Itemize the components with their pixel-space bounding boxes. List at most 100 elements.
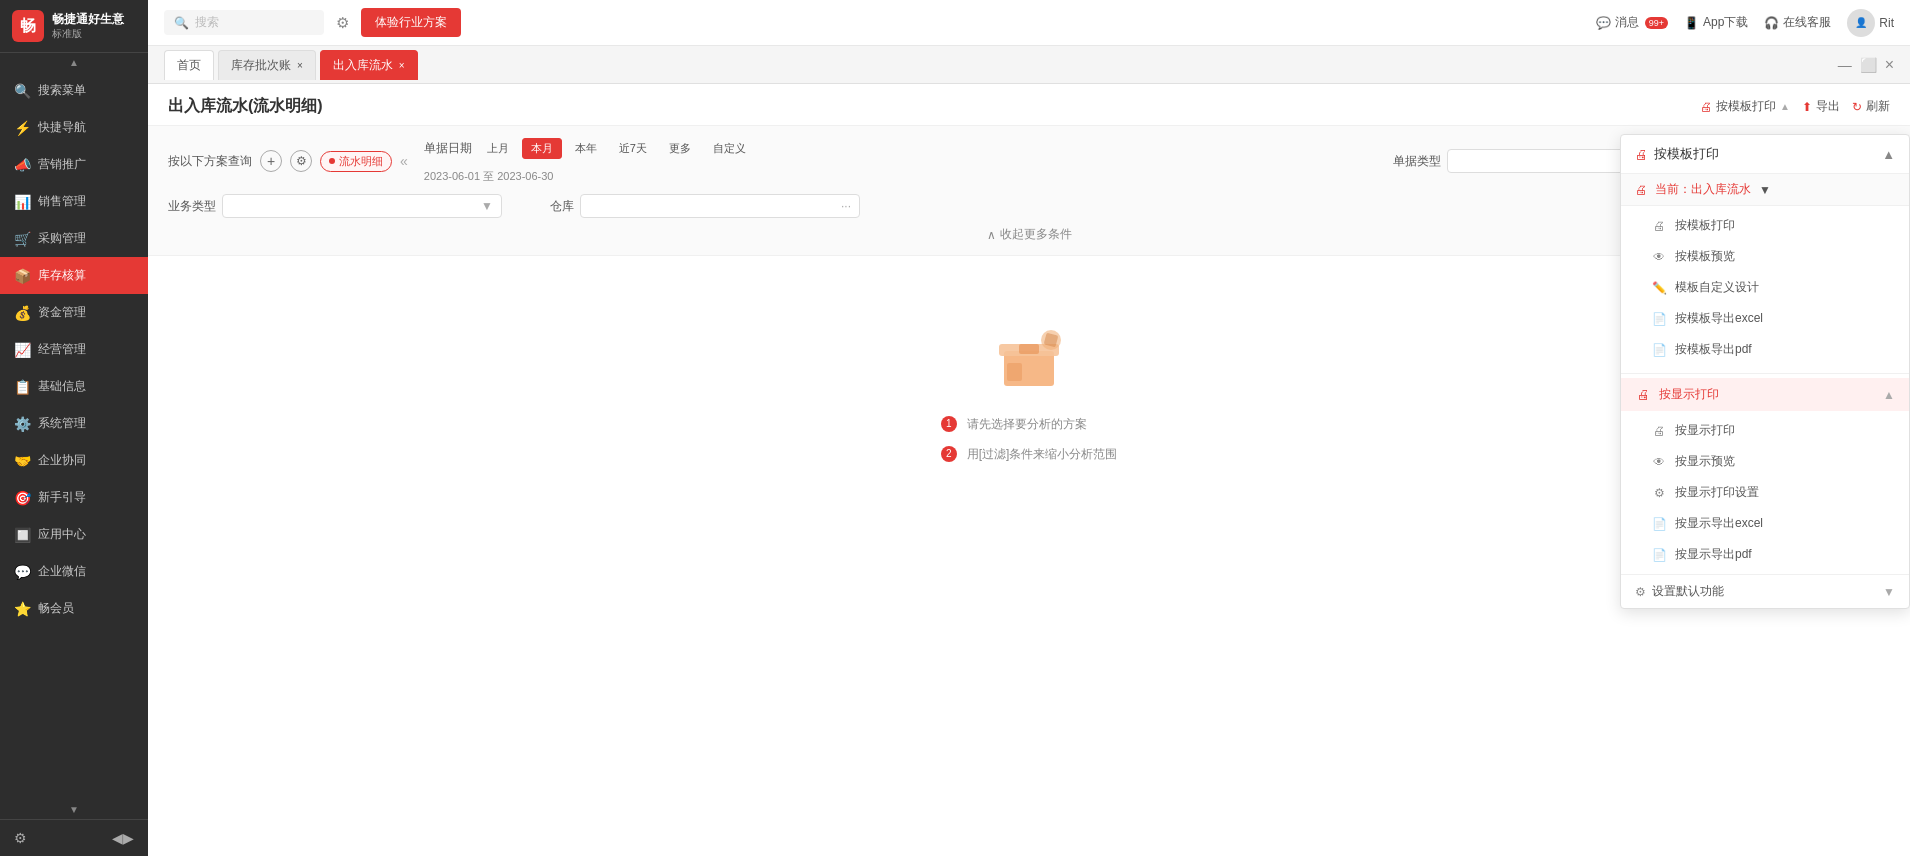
tab-home[interactable]: 首页: [164, 50, 214, 80]
dropdown-item-display-pdf[interactable]: 📄 按显示导出pdf: [1621, 539, 1909, 570]
maximize-icon[interactable]: ⬜: [1860, 57, 1877, 73]
dropdown-item-print-template[interactable]: 🖨 按模板打印: [1621, 210, 1909, 241]
sidebar-item-quick-nav[interactable]: ⚡ 快捷导航: [0, 109, 148, 146]
membership-icon: ⭐: [14, 601, 30, 617]
topbar-gear-icon[interactable]: ⚙: [336, 14, 349, 32]
sidebar-item-operation[interactable]: 📈 经营管理: [0, 331, 148, 368]
doc-type-label: 单据类型: [1393, 153, 1441, 170]
page-header-actions: 🖨 按模板打印 ▲ ⬆ 导出 ↻ 刷新: [1700, 98, 1890, 115]
refresh-btn[interactable]: ↻ 刷新: [1852, 98, 1890, 115]
settings-footer-icon[interactable]: ⚙: [14, 830, 27, 846]
date-filter-label: 单据日期: [424, 140, 472, 157]
avatar: 👤: [1847, 9, 1875, 37]
step1-text: 请先选择要分析的方案: [967, 412, 1087, 436]
tag-dot: [329, 158, 335, 164]
filter-collapse-button[interactable]: «: [400, 153, 408, 169]
last-month-btn[interactable]: 上月: [478, 138, 518, 159]
sidebar-item-inventory[interactable]: 📦 库存核算: [0, 257, 148, 294]
app-download-action[interactable]: 📱 App下载: [1684, 14, 1748, 31]
current-item-arrow: ▼: [1759, 183, 1771, 197]
more-btn[interactable]: 更多: [660, 138, 700, 159]
close-tab-inventory-batch[interactable]: ×: [297, 60, 303, 71]
collapse-sidebar-btn[interactable]: ◀▶: [112, 830, 134, 846]
topbar-search-box[interactable]: 🔍 搜索: [164, 10, 324, 35]
custom-btn[interactable]: 自定义: [704, 138, 755, 159]
dropdown-current-item[interactable]: 🖨 当前：出入库流水 ▼: [1621, 174, 1909, 206]
print-template-btn[interactable]: 🖨 按模板打印 ▲: [1700, 98, 1790, 115]
minimize-icon[interactable]: —: [1838, 57, 1852, 73]
message-action[interactable]: 💬 消息 99+: [1596, 14, 1668, 31]
dropdown-item-template-pdf[interactable]: 📄 按模板导出pdf: [1621, 334, 1909, 365]
warehouse-select[interactable]: ···: [580, 194, 860, 218]
tab-stock-flow[interactable]: 出入库流水 ×: [320, 50, 418, 80]
current-item-icon: 🖨: [1635, 183, 1647, 197]
tab-inventory-batch[interactable]: 库存批次账 ×: [218, 50, 316, 80]
business-type-label: 业务类型: [168, 198, 216, 215]
page-content: 出入库流水(流水明细) 🖨 按模板打印 ▲ ⬆ 导出 ↻ 刷新: [148, 84, 1910, 856]
display-print-icon: 🖨: [1651, 424, 1667, 438]
sidebar-scroll-down[interactable]: ▼: [0, 800, 148, 819]
dropdown-template-section: 🖨 按模板打印 👁 按模板预览 ✏️ 模板自定义设计 📄 按模板导出excel …: [1621, 206, 1909, 369]
sidebar-item-basic[interactable]: 📋 基础信息: [0, 368, 148, 405]
display-excel-icon: 📄: [1651, 517, 1667, 531]
dropdown-arrow-icon: ▲: [1780, 101, 1790, 112]
app-center-icon: 🔲: [14, 527, 30, 543]
sidebar-item-search[interactable]: 🔍 搜索菜单: [0, 72, 148, 109]
sidebar-item-cooperation[interactable]: 🤝 企业协同: [0, 442, 148, 479]
wechat-icon: 💬: [14, 564, 30, 580]
dropdown-footer[interactable]: ⚙ 设置默认功能 ▼: [1621, 574, 1909, 608]
user-profile-action[interactable]: 👤 Rit: [1847, 9, 1894, 37]
download-icon: 📱: [1684, 16, 1699, 30]
display-section-arrow: ▲: [1883, 388, 1895, 402]
warehouse-label: 仓库: [550, 198, 574, 215]
system-icon: ⚙️: [14, 416, 30, 432]
step2-num: 2: [941, 446, 957, 462]
dropdown-item-template-excel[interactable]: 📄 按模板导出excel: [1621, 303, 1909, 334]
export-btn[interactable]: ⬆ 导出: [1802, 98, 1840, 115]
sidebar-item-app-center[interactable]: 🔲 应用中心: [0, 516, 148, 553]
business-type-select[interactable]: ▼: [222, 194, 502, 218]
business-type-arrow-icon: ▼: [481, 199, 493, 213]
industry-solution-button[interactable]: 体验行业方案: [361, 8, 461, 37]
dropdown-item-display-print[interactable]: 🖨 按显示打印: [1621, 415, 1909, 446]
warehouse-more-icon[interactable]: ···: [841, 199, 851, 213]
close-tab-stock-flow[interactable]: ×: [399, 60, 405, 71]
quick-nav-icon: ⚡: [14, 120, 30, 136]
sidebar-item-enterprise-wechat[interactable]: 💬 企业微信: [0, 553, 148, 590]
dropdown-item-display-print-settings[interactable]: ⚙ 按显示打印设置: [1621, 477, 1909, 508]
current-month-btn[interactable]: 本月: [522, 138, 562, 159]
online-service-action[interactable]: 🎧 在线客服: [1764, 14, 1831, 31]
dropdown-close-btn[interactable]: ▲: [1882, 147, 1895, 162]
svg-rect-3: [1007, 363, 1022, 381]
svg-rect-2: [1019, 344, 1039, 354]
cooperation-icon: 🤝: [14, 453, 30, 469]
dropdown-item-display-excel[interactable]: 📄 按显示导出excel: [1621, 508, 1909, 539]
sidebar-item-marketing[interactable]: 📣 营销推广: [0, 146, 148, 183]
sidebar-item-sales[interactable]: 📊 销售管理: [0, 183, 148, 220]
sidebar-item-purchase[interactable]: 🛒 采购管理: [0, 220, 148, 257]
filter-add-button[interactable]: +: [260, 150, 282, 172]
sidebar-item-membership[interactable]: ⭐ 畅会员: [0, 590, 148, 627]
sidebar-item-finance[interactable]: 💰 资金管理: [0, 294, 148, 331]
main-content: 🔍 搜索 ⚙ 体验行业方案 💬 消息 99+ 📱 App下载 🎧 在线客服 👤 …: [148, 0, 1910, 856]
sidebar-item-guide[interactable]: 🎯 新手引导: [0, 479, 148, 516]
display-preview-icon: 👁: [1651, 455, 1667, 469]
message-icon: 💬: [1596, 16, 1611, 30]
operation-icon: 📈: [14, 342, 30, 358]
display-pdf-icon: 📄: [1651, 548, 1667, 562]
dropdown-item-display-preview[interactable]: 👁 按显示预览: [1621, 446, 1909, 477]
sidebar-item-system[interactable]: ⚙️ 系统管理: [0, 405, 148, 442]
last-7-days-btn[interactable]: 近7天: [610, 138, 656, 159]
dropdown-item-template-custom[interactable]: ✏️ 模板自定义设计: [1621, 272, 1909, 303]
dropdown-display-section-header[interactable]: 🖨 按显示打印 ▲: [1621, 378, 1909, 411]
filter-settings-button[interactable]: ⚙: [290, 150, 312, 172]
dropdown-item-template-preview[interactable]: 👁 按模板预览: [1621, 241, 1909, 272]
close-panel-icon[interactable]: ×: [1885, 56, 1894, 74]
template-custom-icon: ✏️: [1651, 281, 1667, 295]
sidebar: 畅 畅捷通好生意 标准版 ▲ 🔍 搜索菜单 ⚡ 快捷导航 📣 营销推广 📊 销售…: [0, 0, 148, 856]
this-year-btn[interactable]: 本年: [566, 138, 606, 159]
sidebar-scroll-up[interactable]: ▲: [0, 53, 148, 72]
dropdown-footer-icon: ⚙: [1635, 585, 1646, 599]
topbar-search-placeholder: 搜索: [195, 14, 219, 31]
filter-tag[interactable]: 流水明细: [320, 151, 392, 172]
